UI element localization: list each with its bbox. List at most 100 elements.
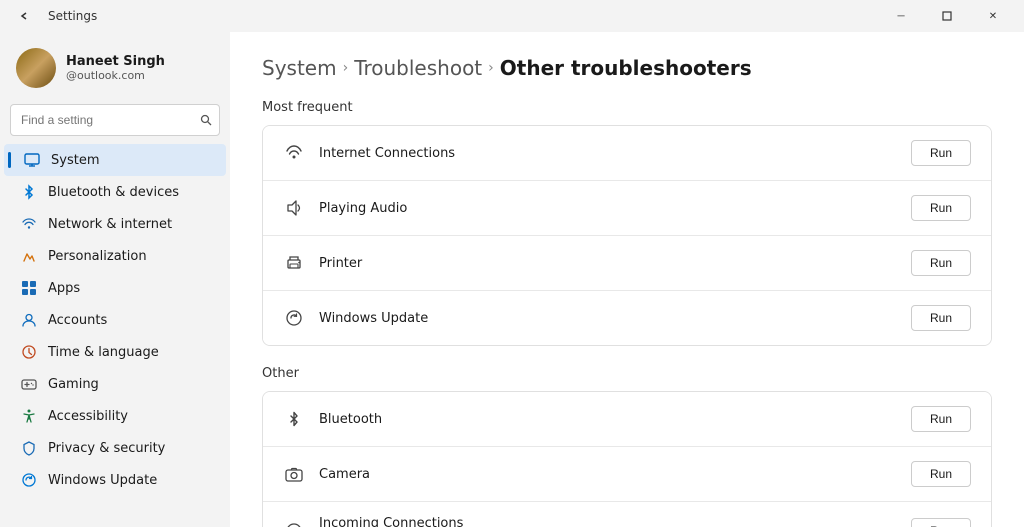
sidebar-item-windowsupdate[interactable]: Windows Update	[4, 464, 226, 496]
breadcrumb: System › Troubleshoot › Other troublesho…	[262, 56, 992, 80]
bluetooth-icon	[20, 183, 38, 201]
item-info: Camera	[319, 467, 370, 482]
sidebar-item-gaming[interactable]: Gaming	[4, 368, 226, 400]
item-info: Incoming Connections Find and fix proble…	[319, 516, 770, 527]
sidebar-item-bluetooth[interactable]: Bluetooth & devices	[4, 176, 226, 208]
breadcrumb-troubleshoot[interactable]: Troubleshoot	[354, 56, 482, 80]
sidebar-label-bluetooth: Bluetooth & devices	[48, 185, 179, 200]
audio-icon	[283, 197, 305, 219]
item-info: Bluetooth	[319, 412, 382, 427]
run-internet-button[interactable]: Run	[911, 140, 971, 166]
sidebar-item-network[interactable]: Network & internet	[4, 208, 226, 240]
list-item: Bluetooth Run	[263, 392, 991, 447]
sidebar-label-network: Network & internet	[48, 217, 172, 232]
sidebar-label-system: System	[51, 153, 99, 168]
run-wupdate-button[interactable]: Run	[911, 305, 971, 331]
item-name: Internet Connections	[319, 146, 455, 161]
apps-icon	[20, 279, 38, 297]
run-camera-button[interactable]: Run	[911, 461, 971, 487]
run-audio-button[interactable]: Run	[911, 195, 971, 221]
sidebar-label-accessibility: Accessibility	[48, 409, 128, 424]
sidebar: Haneet Singh @outlook.com System Bluetoo…	[0, 32, 230, 527]
sidebar-label-privacy: Privacy & security	[48, 441, 165, 456]
avatar	[16, 48, 56, 88]
breadcrumb-sep2: ›	[488, 60, 494, 76]
item-name: Windows Update	[319, 311, 428, 326]
accessibility-icon	[20, 407, 38, 425]
most-frequent-label: Most frequent	[262, 100, 992, 115]
item-left: Incoming Connections Find and fix proble…	[283, 516, 770, 527]
item-name: Bluetooth	[319, 412, 382, 427]
close-button[interactable]: ✕	[970, 0, 1016, 32]
item-name: Printer	[319, 256, 362, 271]
sidebar-item-accessibility[interactable]: Accessibility	[4, 400, 226, 432]
other-label: Other	[262, 366, 992, 381]
network-icon	[20, 215, 38, 233]
item-left: Camera	[283, 463, 370, 485]
list-item: Internet Connections Run	[263, 126, 991, 181]
privacy-icon	[20, 439, 38, 457]
printer-icon	[283, 252, 305, 274]
incoming-icon	[283, 520, 305, 527]
item-name: Camera	[319, 467, 370, 482]
search-box[interactable]	[10, 104, 220, 136]
list-item: Incoming Connections Find and fix proble…	[263, 502, 991, 527]
run-bluetooth-button[interactable]: Run	[911, 406, 971, 432]
app-body: Haneet Singh @outlook.com System Bluetoo…	[0, 32, 1024, 527]
list-item: Windows Update Run	[263, 291, 991, 345]
item-info: Playing Audio	[319, 201, 407, 216]
sidebar-label-time: Time & language	[48, 345, 159, 360]
camera-icon	[283, 463, 305, 485]
sidebar-item-system[interactable]: System	[4, 144, 226, 176]
personalization-icon	[20, 247, 38, 265]
sidebar-item-time[interactable]: Time & language	[4, 336, 226, 368]
user-email: @outlook.com	[66, 69, 165, 82]
sidebar-item-privacy[interactable]: Privacy & security	[4, 432, 226, 464]
system-icon	[23, 151, 41, 169]
item-info: Windows Update	[319, 311, 428, 326]
breadcrumb-current: Other troubleshooters	[500, 56, 752, 80]
other-list: Bluetooth Run Camera Run	[262, 391, 992, 527]
main-content: System › Troubleshoot › Other troublesho…	[230, 32, 1024, 527]
search-input[interactable]	[10, 104, 220, 136]
item-name: Playing Audio	[319, 201, 407, 216]
search-icon	[200, 114, 212, 126]
minimize-button[interactable]: ─	[878, 0, 924, 32]
item-left: Windows Update	[283, 307, 428, 329]
sidebar-label-personalization: Personalization	[48, 249, 147, 264]
item-left: Playing Audio	[283, 197, 407, 219]
list-item: Printer Run	[263, 236, 991, 291]
breadcrumb-sep1: ›	[343, 60, 349, 76]
accounts-icon	[20, 311, 38, 329]
user-name: Haneet Singh	[66, 54, 165, 69]
window-controls: ─ ✕	[878, 0, 1016, 32]
title-bar: Settings ─ ✕	[0, 0, 1024, 32]
item-left: Printer	[283, 252, 362, 274]
sidebar-label-gaming: Gaming	[48, 377, 99, 392]
run-incoming-button[interactable]: Run	[911, 518, 971, 527]
list-item: Playing Audio Run	[263, 181, 991, 236]
most-frequent-list: Internet Connections Run Playing Audio R…	[262, 125, 992, 346]
gaming-icon	[20, 375, 38, 393]
time-icon	[20, 343, 38, 361]
sidebar-item-apps[interactable]: Apps	[4, 272, 226, 304]
windowsupdate-icon	[20, 471, 38, 489]
sidebar-label-apps: Apps	[48, 281, 80, 296]
back-button[interactable]	[8, 0, 40, 32]
internet-icon	[283, 142, 305, 164]
sidebar-label-accounts: Accounts	[48, 313, 107, 328]
item-name: Incoming Connections	[319, 516, 770, 527]
list-item: Camera Run	[263, 447, 991, 502]
sidebar-item-accounts[interactable]: Accounts	[4, 304, 226, 336]
run-printer-button[interactable]: Run	[911, 250, 971, 276]
title-bar-left: Settings	[8, 0, 97, 32]
maximize-button[interactable]	[924, 0, 970, 32]
app-title: Settings	[48, 9, 97, 23]
item-info: Internet Connections	[319, 146, 455, 161]
item-left: Bluetooth	[283, 408, 382, 430]
breadcrumb-system[interactable]: System	[262, 56, 337, 80]
user-info: Haneet Singh @outlook.com	[66, 54, 165, 82]
sidebar-label-windowsupdate: Windows Update	[48, 473, 157, 488]
user-profile: Haneet Singh @outlook.com	[0, 40, 230, 104]
sidebar-item-personalization[interactable]: Personalization	[4, 240, 226, 272]
